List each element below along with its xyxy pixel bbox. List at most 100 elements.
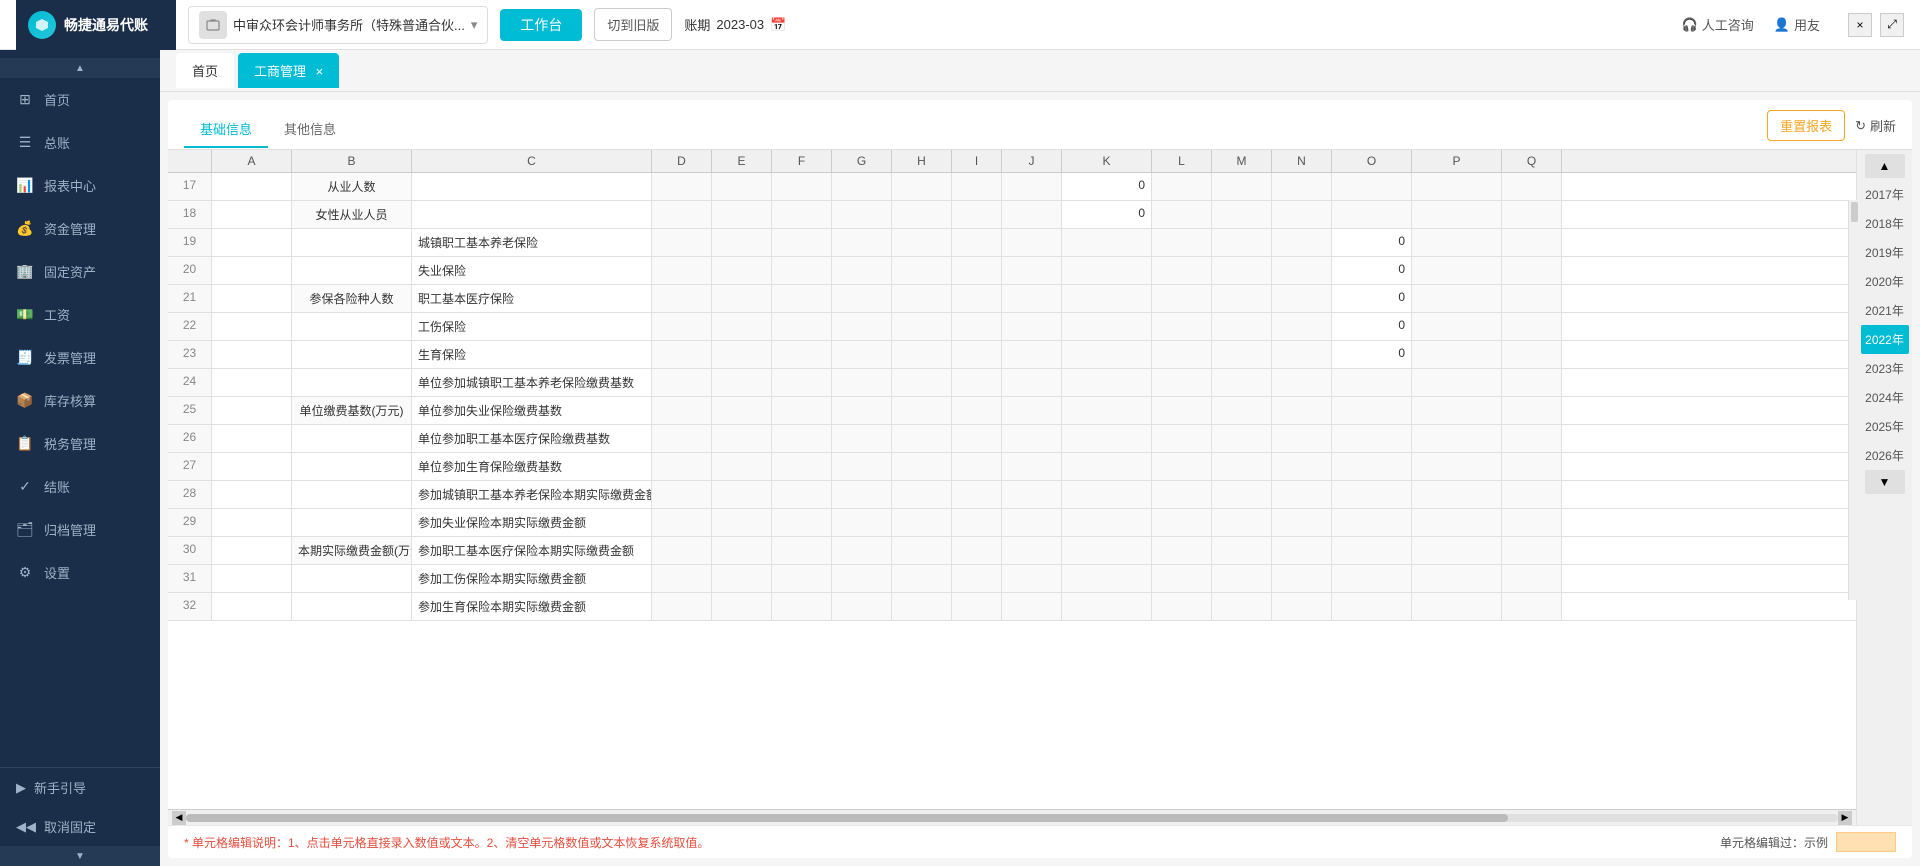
cell-30-e[interactable] — [712, 537, 772, 564]
cell-23-b[interactable] — [292, 341, 412, 368]
cell-28-l[interactable] — [1152, 481, 1212, 508]
cell-23-m[interactable] — [1212, 341, 1272, 368]
cell-26-n[interactable] — [1272, 425, 1332, 452]
cell-23-k[interactable] — [1062, 341, 1152, 368]
cell-29-p[interactable] — [1412, 509, 1502, 536]
cell-29-o[interactable] — [1332, 509, 1412, 536]
cell-20-i[interactable] — [952, 257, 1002, 284]
cell-26-c[interactable]: 单位参加职工基本医疗保险缴费基数 — [412, 425, 652, 452]
cell-25-q[interactable] — [1502, 397, 1562, 424]
cell-23-c[interactable]: 生育保险 — [412, 341, 652, 368]
cell-26-e[interactable] — [712, 425, 772, 452]
cell-27-k[interactable] — [1062, 453, 1152, 480]
sidebar-item-unfix[interactable]: ◀◀ 取消固定 — [0, 807, 160, 846]
cell-19-q[interactable] — [1502, 229, 1562, 256]
cell-22-i[interactable] — [952, 313, 1002, 340]
cell-19-b[interactable] — [292, 229, 412, 256]
cell-30-l[interactable] — [1152, 537, 1212, 564]
cell-28-k[interactable] — [1062, 481, 1152, 508]
cell-28-n[interactable] — [1272, 481, 1332, 508]
cell-25-n[interactable] — [1272, 397, 1332, 424]
cell-19-f[interactable] — [772, 229, 832, 256]
cell-31-b[interactable] — [292, 565, 412, 592]
cell-20-m[interactable] — [1212, 257, 1272, 284]
cell-21-h[interactable] — [892, 285, 952, 312]
cell-23-l[interactable] — [1152, 341, 1212, 368]
cell-17-p[interactable] — [1412, 173, 1502, 200]
cell-22-a[interactable] — [212, 313, 292, 340]
cell-27-l[interactable] — [1152, 453, 1212, 480]
cell-31-j[interactable] — [1002, 565, 1062, 592]
cell-32-e[interactable] — [712, 593, 772, 620]
ai-service[interactable]: 🎧 人工咨询 — [1682, 15, 1754, 34]
cell-27-n[interactable] — [1272, 453, 1332, 480]
cell-30-q[interactable] — [1502, 537, 1562, 564]
cell-19-h[interactable] — [892, 229, 952, 256]
cell-30-o[interactable] — [1332, 537, 1412, 564]
workbench-button[interactable]: 工作台 — [500, 9, 582, 41]
sidebar-scroll-down[interactable]: ▼ — [0, 846, 160, 866]
tab-close-icon[interactable]: × — [316, 64, 324, 79]
sub-tab-other-info[interactable]: 其他信息 — [268, 111, 352, 148]
cell-31-n[interactable] — [1272, 565, 1332, 592]
cell-23-i[interactable] — [952, 341, 1002, 368]
cell-32-f[interactable] — [772, 593, 832, 620]
cell-29-a[interactable] — [212, 509, 292, 536]
year-item-2019[interactable]: 2019年 — [1861, 238, 1909, 267]
cell-27-i[interactable] — [952, 453, 1002, 480]
cell-25-p[interactable] — [1412, 397, 1502, 424]
cell-27-f[interactable] — [772, 453, 832, 480]
cell-17-j[interactable] — [1002, 173, 1062, 200]
cell-28-h[interactable] — [892, 481, 952, 508]
cell-27-o[interactable] — [1332, 453, 1412, 480]
year-scroll-down-btn[interactable]: ▼ — [1865, 470, 1905, 494]
cell-30-a[interactable] — [212, 537, 292, 564]
cell-20-e[interactable] — [712, 257, 772, 284]
cell-30-j[interactable] — [1002, 537, 1062, 564]
cell-23-d[interactable] — [652, 341, 712, 368]
cell-24-q[interactable] — [1502, 369, 1562, 396]
cell-21-l[interactable] — [1152, 285, 1212, 312]
cell-18-p[interactable] — [1412, 201, 1502, 228]
cell-23-h[interactable] — [892, 341, 952, 368]
user-menu[interactable]: 👤 用友 — [1774, 15, 1820, 34]
cell-31-i[interactable] — [952, 565, 1002, 592]
h-scroll-thumb[interactable] — [186, 814, 1508, 822]
sidebar-item-salary[interactable]: 💵 工资 — [0, 293, 160, 336]
cell-27-h[interactable] — [892, 453, 952, 480]
cell-29-l[interactable] — [1152, 509, 1212, 536]
cell-21-d[interactable] — [652, 285, 712, 312]
cell-24-j[interactable] — [1002, 369, 1062, 396]
cell-31-q[interactable] — [1502, 565, 1562, 592]
sidebar-item-invoice-mgmt[interactable]: 🧾 发票管理 — [0, 336, 160, 379]
cell-29-m[interactable] — [1212, 509, 1272, 536]
cell-22-n[interactable] — [1272, 313, 1332, 340]
cell-24-n[interactable] — [1272, 369, 1332, 396]
cell-25-i[interactable] — [952, 397, 1002, 424]
cell-21-i[interactable] — [952, 285, 1002, 312]
cell-26-j[interactable] — [1002, 425, 1062, 452]
cell-32-c[interactable]: 参加生育保险本期实际缴费金额 — [412, 593, 652, 620]
cell-27-p[interactable] — [1412, 453, 1502, 480]
cell-26-d[interactable] — [652, 425, 712, 452]
cell-25-h[interactable] — [892, 397, 952, 424]
cell-25-a[interactable] — [212, 397, 292, 424]
cell-31-m[interactable] — [1212, 565, 1272, 592]
sidebar-item-closing[interactable]: ✓ 结账 — [0, 465, 160, 508]
tab-home[interactable]: 首页 — [176, 53, 234, 88]
cell-26-q[interactable] — [1502, 425, 1562, 452]
cell-29-n[interactable] — [1272, 509, 1332, 536]
cell-28-j[interactable] — [1002, 481, 1062, 508]
cell-20-o[interactable]: 0 — [1332, 257, 1412, 284]
refresh-button[interactable]: ↻ 刷新 — [1855, 116, 1896, 135]
cell-24-h[interactable] — [892, 369, 952, 396]
cell-23-q[interactable] — [1502, 341, 1562, 368]
cell-26-g[interactable] — [832, 425, 892, 452]
cell-25-d[interactable] — [652, 397, 712, 424]
cell-25-l[interactable] — [1152, 397, 1212, 424]
cell-18-b[interactable]: 女性从业人员 — [292, 201, 412, 228]
cell-29-c[interactable]: 参加失业保险本期实际缴费金额 — [412, 509, 652, 536]
tab-biz-mgmt[interactable]: 工商管理 × — [238, 53, 339, 88]
cell-31-p[interactable] — [1412, 565, 1502, 592]
sidebar-item-home[interactable]: ⊞ 首页 — [0, 78, 160, 121]
